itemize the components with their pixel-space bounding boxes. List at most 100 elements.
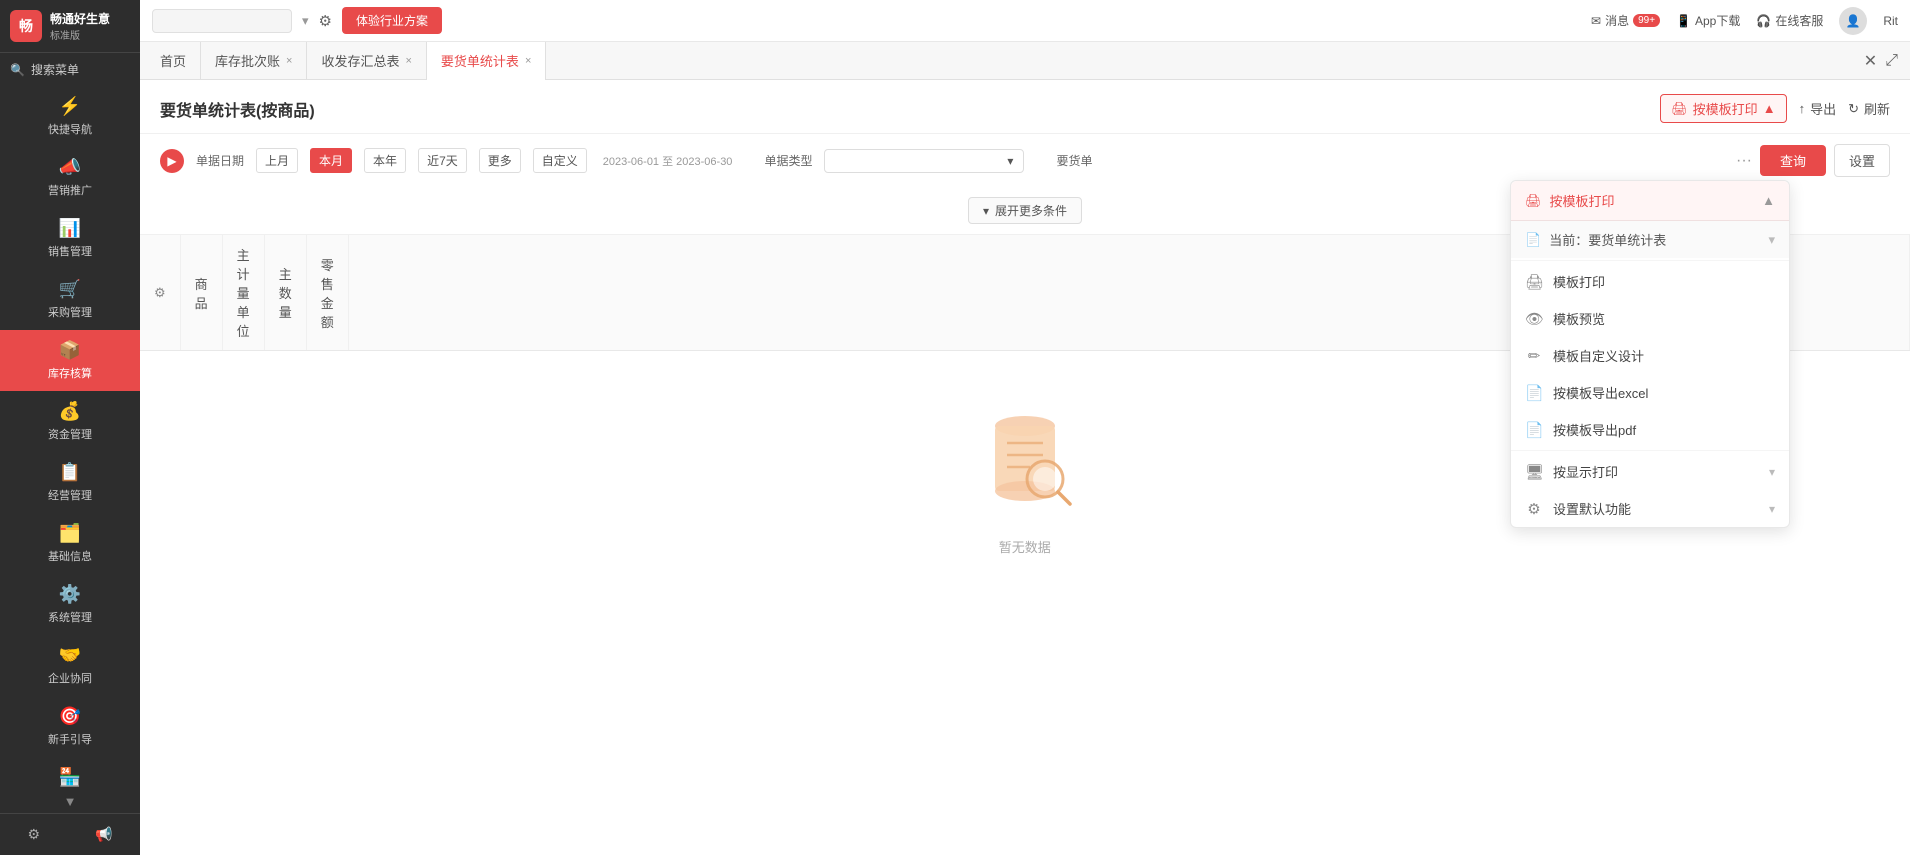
sidebar-item-appstore[interactable]: 🏪 应用中心 — [0, 757, 140, 790]
page-title: 要货单统计表(按商品) — [160, 97, 315, 121]
more-options-btn[interactable]: ··· — [1736, 152, 1752, 170]
filter-settings-btn[interactable]: 设置 — [1834, 144, 1890, 177]
empty-text: 暂无数据 — [999, 537, 1051, 556]
maximize-window-btn[interactable]: ⤢ — [1885, 52, 1898, 70]
current-indicator-icon: 📄 — [1525, 232, 1541, 248]
sidebar-scroll-down[interactable]: ▼ — [0, 790, 140, 813]
sidebar-item-system[interactable]: ⚙️ 系统管理 — [0, 574, 140, 635]
logo-icon: 畅 — [10, 10, 42, 42]
page-header: 要货单统计表(按商品) 🖨 按模板打印 ▲ ↑ 导出 ↻ 刷新 — [140, 80, 1910, 134]
date-btn-more[interactable]: 更多 — [479, 148, 521, 173]
filter-right: ··· 查询 设置 — [1736, 144, 1890, 177]
dropdown-item-template-print[interactable]: 🖨 模板打印 — [1511, 263, 1789, 300]
online-service-btn[interactable]: 🎧 在线客服 — [1756, 12, 1823, 29]
operation-icon: 📋 — [59, 462, 81, 483]
dropdown-current-item: 📄 当前：要货单统计表 ▾ — [1511, 221, 1789, 258]
order-type-label: 单据类型 — [764, 152, 812, 169]
default-func-arrow-icon: ▾ — [1769, 502, 1775, 516]
sidebar-item-marketing[interactable]: 📣 营销推广 — [0, 147, 140, 208]
date-filter-label: 单据日期 — [196, 152, 244, 169]
dropdown-item-template-pdf[interactable]: 📄 按模板导出pdf — [1511, 411, 1789, 448]
expand-conditions-btn[interactable]: ▾ 展开更多条件 — [968, 197, 1082, 224]
sidebar-item-inventory[interactable]: 📦 库存核算 — [0, 330, 140, 391]
logo-text: 畅通好生意 标准版 — [50, 10, 110, 42]
sidebar-item-guide[interactable]: 🎯 新手引导 — [0, 696, 140, 757]
dropdown-item-default-func[interactable]: ⚙ 设置默认功能 ▾ — [1511, 490, 1789, 527]
quicknav-icon: ⚡ — [59, 96, 81, 117]
topbar: ▾ ⚙ 体验行业方案 ✉ 消息 99+ 📱 App下载 🎧 在线客服 👤 Rit — [140, 0, 1910, 42]
guide-icon: 🎯 — [59, 706, 81, 727]
headset-icon: 🎧 — [1756, 14, 1771, 28]
table-col-settings[interactable]: ⚙ — [140, 235, 180, 351]
date-btn-this-year[interactable]: 本年 — [364, 148, 406, 173]
window-buttons: ✕ ⤢ — [1864, 51, 1910, 71]
sidebar-search[interactable]: 🔍 搜索菜单 — [0, 53, 140, 86]
tab-close-receipt-summary[interactable]: × — [405, 55, 411, 67]
sidebar-item-sales[interactable]: 📊 销售管理 — [0, 208, 140, 269]
default-func-icon: ⚙ — [1525, 500, 1543, 518]
chevron-down-icon: ▾ — [1007, 154, 1013, 168]
topbar-actions: ✉ 消息 99+ 📱 App下载 🎧 在线客服 👤 Rit — [1591, 7, 1898, 35]
display-print-icon: 🖥 — [1525, 463, 1543, 481]
experience-btn[interactable]: 体验行业方案 — [342, 7, 442, 34]
date-btn-custom[interactable]: 自定义 — [533, 148, 587, 173]
export-btn[interactable]: ↑ 导出 — [1799, 99, 1837, 118]
table-col-goods: 商品 — [180, 235, 222, 351]
date-btn-this-month[interactable]: 本月 — [310, 148, 352, 173]
message-badge: 99+ — [1633, 14, 1660, 27]
refresh-btn[interactable]: ↻ 刷新 — [1848, 99, 1890, 118]
sidebar-item-collab[interactable]: 🤝 企业协同 — [0, 635, 140, 696]
order-type-select[interactable]: ▾ — [824, 149, 1024, 173]
date-btn-last-month[interactable]: 上月 — [256, 148, 298, 173]
tab-inventory-batch[interactable]: 库存批次账 × — [201, 42, 307, 80]
tab-close-inventory-batch[interactable]: × — [286, 55, 292, 67]
empty-illustration — [965, 411, 1085, 521]
table-col-unit: 主计量单位 — [222, 235, 264, 351]
template-print-dropdown: 🖨 按模板打印 ▲ 📄 当前：要货单统计表 ▾ 🖨 模板打印 👁 模 — [1510, 180, 1790, 528]
topbar-chevron-icon[interactable]: ▾ — [302, 13, 309, 29]
user-avatar[interactable]: 👤 — [1839, 7, 1867, 35]
finance-icon: 💰 — [59, 401, 81, 422]
template-print-btn[interactable]: 🖨 按模板打印 ▲ — [1660, 94, 1786, 123]
sidebar-item-purchase[interactable]: 🛒 采购管理 — [0, 269, 140, 330]
sidebar-item-basic[interactable]: 🗂️ 基础信息 — [0, 513, 140, 574]
sidebar-item-operation[interactable]: 📋 经营管理 — [0, 452, 140, 513]
table-settings-icon[interactable]: ⚙ — [154, 285, 166, 300]
template-preview-icon: 👁 — [1525, 310, 1543, 328]
goods-filter-label: 要货单 — [1056, 152, 1092, 169]
sidebar-item-finance[interactable]: 💰 资金管理 — [0, 391, 140, 452]
dropdown-item-template-excel[interactable]: 📄 按模板导出excel — [1511, 374, 1789, 411]
table-col-qty: 主数量 — [264, 235, 306, 351]
display-print-arrow-icon: ▾ — [1769, 465, 1775, 479]
page-actions: 🖨 按模板打印 ▲ ↑ 导出 ↻ 刷新 — [1660, 94, 1890, 123]
app-download-btn[interactable]: 📱 App下载 — [1676, 12, 1740, 29]
query-btn[interactable]: 查询 — [1760, 145, 1826, 176]
settings-footer-icon[interactable]: ⚙ — [24, 822, 45, 847]
tab-order-summary[interactable]: 要货单统计表 × — [427, 42, 546, 80]
tab-home[interactable]: 首页 — [140, 42, 201, 80]
date-range-display: 2023-06-01 至 2023-06-30 — [603, 153, 733, 169]
inventory-icon: 📦 — [59, 340, 81, 361]
collab-icon: 🤝 — [59, 645, 81, 666]
dropdown-printer-icon: 🖨 — [1525, 193, 1542, 209]
dropdown-item-template-custom[interactable]: ✏ 模板自定义设计 — [1511, 337, 1789, 374]
tab-close-order-summary[interactable]: × — [525, 55, 531, 67]
speaker-footer-icon[interactable]: 📢 — [91, 822, 116, 847]
filter-collapse-btn[interactable]: ▶ — [160, 149, 184, 173]
marketing-icon: 📣 — [59, 157, 81, 178]
topbar-search-input[interactable] — [152, 9, 292, 33]
app-download-icon: 📱 — [1676, 14, 1691, 28]
sidebar-item-quicknav[interactable]: ⚡ 快捷导航 — [0, 86, 140, 147]
message-icon: ✉ — [1591, 14, 1601, 28]
message-btn[interactable]: ✉ 消息 99+ — [1591, 12, 1660, 29]
dropdown-item-template-preview[interactable]: 👁 模板预览 — [1511, 300, 1789, 337]
close-window-btn[interactable]: ✕ — [1864, 51, 1877, 71]
date-btn-7days[interactable]: 近7天 — [418, 148, 467, 173]
table-col-amount: 零售金额 — [306, 235, 348, 351]
sidebar-nav: ⚡ 快捷导航 📣 营销推广 📊 销售管理 🛒 采购管理 📦 库存核算 💰 资金管… — [0, 86, 140, 790]
topbar-gear-icon[interactable]: ⚙ — [319, 12, 332, 30]
tab-receipt-summary[interactable]: 收发存汇总表 × — [307, 42, 426, 80]
dropdown-chevron-up-icon[interactable]: ▲ — [1762, 193, 1775, 208]
dropdown-item-display-print[interactable]: 🖥 按显示打印 ▾ — [1511, 453, 1789, 490]
chevron-down-icon-current[interactable]: ▾ — [1768, 232, 1775, 248]
